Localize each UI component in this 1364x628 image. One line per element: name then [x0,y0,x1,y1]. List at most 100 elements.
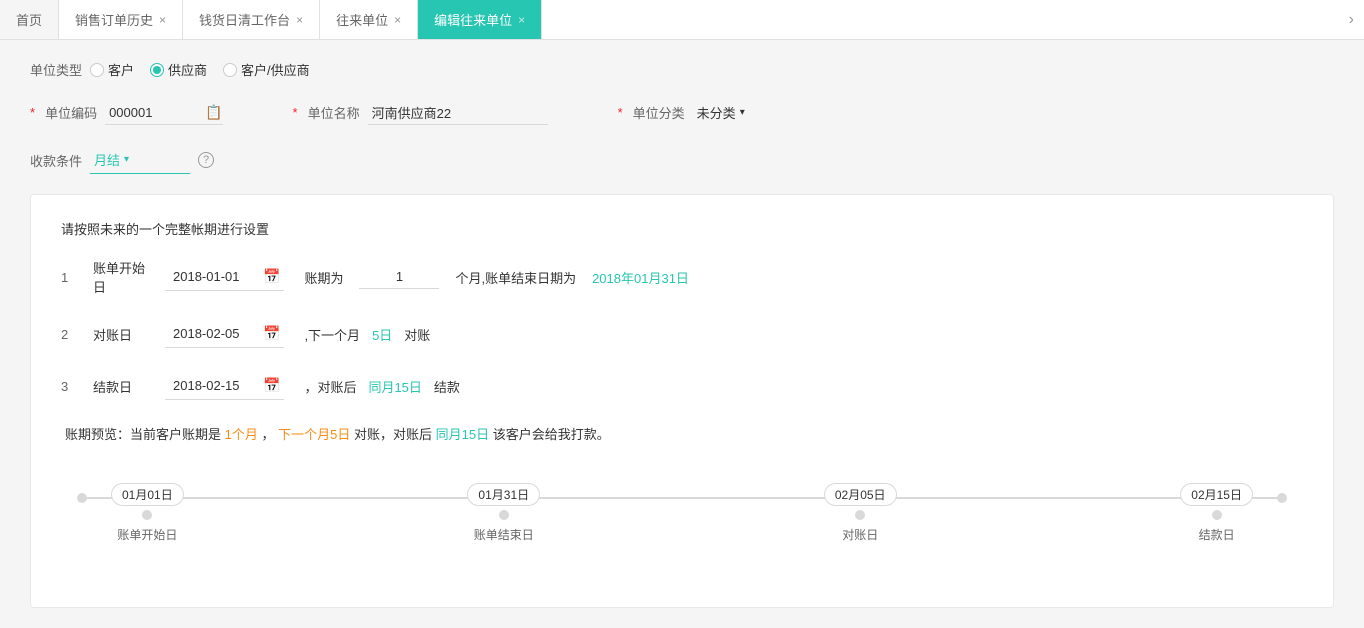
tab-partner-close[interactable]: × [394,13,401,27]
preview-highlight1: 1个月 [225,427,258,442]
row-2-num: 2 [61,327,81,342]
row-3-cal-icon[interactable]: 📅 [263,377,280,394]
unit-code-input-wrap: 📋 [105,101,222,125]
timeline-points: 01月01日 账单开始日 01月31日 账单结束日 02月05日 对账日 02月… [81,483,1283,543]
row-2-highlight: 5日 [372,325,392,344]
unit-code-label: 单位编码 [45,103,97,122]
unit-type-label: 单位类型 [30,60,82,79]
radio-supplier-label: 供应商 [168,60,207,79]
tab-sales-history-close[interactable]: × [159,13,166,27]
billing-row-3: 3 结款日 📅 ，对账后 同月15日 结款 [61,372,1303,400]
tab-sales-history-label: 销售订单历史 [75,10,153,29]
billing-card: 请按照未来的一个完整帐期进行设置 1 账单开始日 📅 账期为 个月,账单结束日期… [30,194,1334,608]
timeline-point-1: 01月31日 账单结束日 [467,483,540,543]
card-title: 请按照未来的一个完整帐期进行设置 [61,219,1303,238]
unit-name-label: 单位名称 [308,103,360,122]
timeline-point-2: 02月05日 对账日 [824,483,897,543]
row-1-num: 1 [61,270,81,285]
tab-cash-work[interactable]: 钱货日清工作台 × [183,0,320,39]
unit-code-required: * [30,105,35,120]
row-2-suffix-2: 对账 [404,325,430,344]
preview-middle1: ， [262,427,275,442]
row-3-highlight: 同月15日 [368,377,421,396]
timeline-badge-2: 02月05日 [824,483,897,506]
payment-terms-value: 月结 [94,150,120,169]
row-1-label: 账单开始日 [93,258,153,296]
row-2-suffix-1: ,下一个月 [304,325,360,344]
unit-category-value: 未分类 [697,103,736,122]
row-3-suffix-2: 结款 [434,377,460,396]
unit-name-required: * [293,105,298,120]
row-2-cal-icon[interactable]: 📅 [263,325,280,342]
help-icon[interactable]: ? [198,152,214,168]
main-content: 单位类型 客户 供应商 客户/供应商 * 单位编码 [0,40,1364,628]
unit-category-required: * [618,105,623,120]
radio-supplier[interactable]: 供应商 [150,60,207,79]
row-1-date-input[interactable] [169,265,259,288]
unit-code-input[interactable] [105,101,205,124]
preview-middle2: 对账，对账后 [354,427,432,442]
row-1-date-wrap: 📅 [165,263,284,291]
tab-partner[interactable]: 往来单位 × [320,0,418,39]
payment-terms-chevron: ▾ [124,154,129,165]
row-1-date-highlight: 2018年01月31日 [592,268,689,287]
payment-row: 收款条件 月结 ▾ ? [30,146,1334,174]
tab-home-label: 首页 [16,10,42,29]
preview-text: 账期预览：当前客户账期是 1个月 ， 下一个月5日 对账，对账后 同月15日 该… [61,424,1303,443]
unit-type-row: 单位类型 客户 供应商 客户/供应商 [30,60,1334,79]
payment-terms-select[interactable]: 月结 ▾ [90,146,190,174]
unit-info-row: * 单位编码 📋 * 单位名称 * 单位分类 未分类 ▾ [30,99,1334,126]
unit-name-input[interactable] [368,101,548,125]
row-1-suffix-post: 个月,账单结束日期为 [455,268,576,287]
radio-both[interactable]: 客户/供应商 [223,60,310,79]
timeline-point-0: 01月01日 账单开始日 [111,483,184,543]
tab-cash-work-label: 钱货日清工作台 [199,10,290,29]
tab-sales-history[interactable]: 销售订单历史 × [59,0,183,39]
timeline-label-3: 结款日 [1199,526,1235,543]
row-3-date-input[interactable] [169,374,259,397]
timeline: 01月01日 账单开始日 01月31日 账单结束日 02月05日 对账日 02月… [61,467,1303,583]
timeline-dot-0 [142,510,152,520]
tab-more-button[interactable]: › [1339,11,1364,29]
billing-row-2: 2 对账日 📅 ,下一个月 5日 对账 [61,320,1303,348]
timeline-label-2: 对账日 [842,526,878,543]
unit-category-chevron: ▾ [740,107,745,118]
row-1-suffix-pre: 账期为 [304,268,343,287]
row-3-num: 3 [61,379,81,394]
timeline-dot-2 [855,510,865,520]
period-input[interactable] [359,265,439,289]
timeline-point-3: 02月15日 结款日 [1180,483,1253,543]
tab-home[interactable]: 首页 [0,0,59,39]
row-3-date-wrap: 📅 [165,372,284,400]
radio-customer[interactable]: 客户 [90,60,134,79]
tab-cash-work-close[interactable]: × [296,13,303,27]
preview-highlight3: 同月15日 [436,427,489,442]
row-2-label: 对账日 [93,325,153,344]
row-1-cal-icon[interactable]: 📅 [263,268,280,285]
unit-name-field: * 单位名称 [293,101,548,125]
payment-terms-field: 收款条件 月结 ▾ ? [30,146,214,174]
row-3-suffix-1: ，对账后 [304,377,356,396]
tab-bar: 首页 销售订单历史 × 钱货日清工作台 × 往来单位 × 编辑往来单位 × › [0,0,1364,40]
unit-category-label: 单位分类 [633,103,685,122]
payment-terms-label: 收款条件 [30,151,82,170]
timeline-badge-3: 02月15日 [1180,483,1253,506]
unit-code-icon[interactable]: 📋 [205,104,222,121]
timeline-label-0: 账单开始日 [117,526,177,543]
row-2-date-input[interactable] [169,322,259,345]
timeline-badge-0: 01月01日 [111,483,184,506]
preview-suffix: 该客户会给我打款。 [493,427,610,442]
preview-prefix: 账期预览：当前客户账期是 [65,427,221,442]
timeline-badge-1: 01月31日 [467,483,540,506]
unit-category-select[interactable]: 未分类 ▾ [693,99,773,126]
unit-category-field: * 单位分类 未分类 ▾ [618,99,773,126]
radio-customer-label: 客户 [108,60,134,79]
tab-partner-label: 往来单位 [336,10,388,29]
timeline-label-1: 账单结束日 [474,526,534,543]
row-3-label: 结款日 [93,377,153,396]
row-2-date-wrap: 📅 [165,320,284,348]
radio-customer-circle [90,63,104,77]
preview-highlight2: 下一个月5日 [278,427,350,442]
tab-edit-partner[interactable]: 编辑往来单位 × [418,0,542,39]
tab-edit-partner-close[interactable]: × [518,13,525,27]
